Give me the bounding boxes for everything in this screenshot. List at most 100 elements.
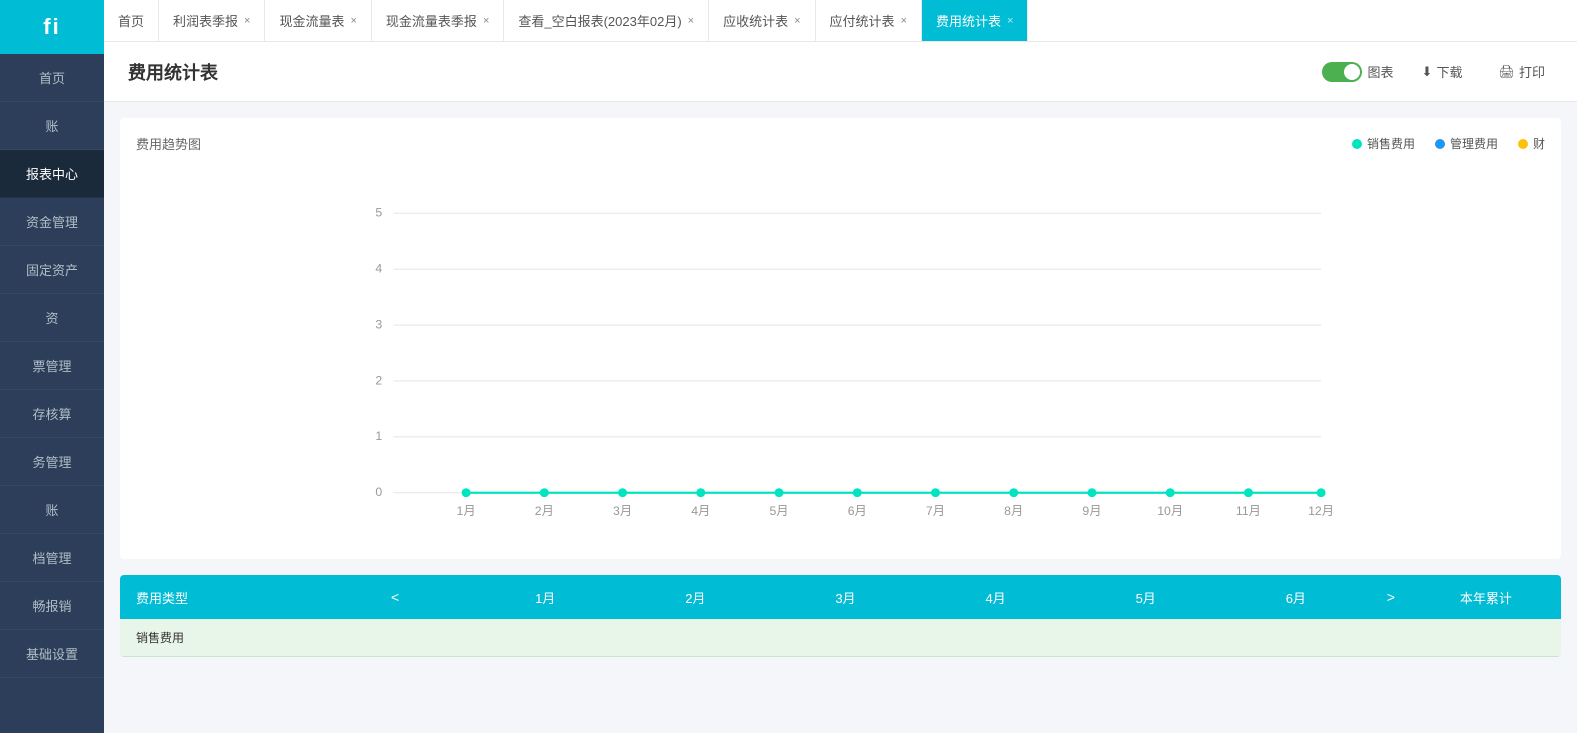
main-area: 首页 利润表季报 × 现金流量表 × 现金流量表季报 × 查看_空白报表(202…: [104, 0, 1577, 733]
tab-receivable-label: 应收统计表: [723, 11, 788, 30]
svg-text:5月: 5月: [769, 504, 788, 518]
legend-admin: 管理费用: [1435, 135, 1498, 152]
svg-text:3月: 3月: [613, 504, 632, 518]
tab-payable-close[interactable]: ×: [901, 15, 907, 27]
page-content: 费用统计表 图表 ⬇ 下载 🖨 打印 费用趋势图: [104, 42, 1577, 733]
sidebar-item-home[interactable]: 首页: [0, 54, 104, 102]
th-nav-prev[interactable]: <: [320, 589, 470, 605]
sidebar-item-asset[interactable]: 固定资产: [0, 246, 104, 294]
chart-legend: 销售费用 管理费用 财: [1352, 135, 1545, 152]
print-button[interactable]: 🖨 打印: [1490, 58, 1553, 85]
tab-cashflow-quarter-close[interactable]: ×: [483, 15, 489, 27]
sidebar-item-archive[interactable]: 档管理: [0, 534, 104, 582]
th-m3: 3月: [770, 588, 920, 607]
sidebar-item-ledger[interactable]: 账: [0, 486, 104, 534]
svg-text:6月: 6月: [848, 504, 867, 518]
tab-home-label: 首页: [118, 11, 144, 30]
table-section: 费用类型 < 1月 2月 3月 4月 5月 6月 > 本年累计 销售费用: [120, 575, 1561, 657]
th-m6: 6月: [1221, 588, 1371, 607]
th-nav-next[interactable]: >: [1371, 589, 1411, 605]
legend-admin-dot: [1435, 139, 1445, 149]
download-icon: ⬇: [1422, 64, 1433, 80]
tab-profit-close[interactable]: ×: [244, 15, 250, 27]
sidebar-item-service[interactable]: 务管理: [0, 438, 104, 486]
legend-admin-label: 管理费用: [1450, 135, 1498, 152]
chart-toggle[interactable]: [1322, 62, 1362, 82]
th-m2: 2月: [620, 588, 770, 607]
svg-text:11月: 11月: [1236, 504, 1261, 518]
tab-profit[interactable]: 利润表季报 ×: [159, 0, 265, 42]
tab-expense-close[interactable]: ×: [1007, 15, 1013, 27]
table-header-row: 费用类型 < 1月 2月 3月 4月 5月 6月 > 本年累计: [120, 575, 1561, 619]
sidebar-item-settings[interactable]: 基础设置: [0, 630, 104, 678]
tab-blank-report[interactable]: 查看_空白报表(2023年02月) ×: [504, 0, 709, 42]
tab-bar: 首页 利润表季报 × 现金流量表 × 现金流量表季报 × 查看_空白报表(202…: [104, 0, 1577, 42]
svg-text:9月: 9月: [1082, 504, 1101, 518]
svg-text:1: 1: [375, 429, 382, 443]
td-type: 销售费用: [120, 629, 320, 646]
sidebar-item-report[interactable]: 报表中心: [0, 150, 104, 198]
legend-finance-label: 财: [1533, 135, 1545, 152]
svg-text:0: 0: [375, 485, 382, 499]
th-m4: 4月: [921, 588, 1071, 607]
svg-text:2: 2: [375, 373, 382, 387]
chart-svg: 0 1 2 3 4 5 1月 2月 3月: [136, 163, 1545, 543]
download-button[interactable]: ⬇ 下载: [1414, 58, 1471, 85]
chart-header: 费用趋势图 销售费用 管理费用 财: [136, 134, 1545, 153]
svg-text:2月: 2月: [535, 504, 554, 518]
header-actions: 图表 ⬇ 下载 🖨 打印: [1322, 58, 1553, 85]
tab-profit-label: 利润表季报: [173, 11, 238, 30]
tab-home[interactable]: 首页: [104, 0, 159, 42]
tab-expense[interactable]: 费用统计表 ×: [922, 0, 1028, 42]
svg-text:3: 3: [375, 317, 382, 331]
legend-sales-dot: [1352, 139, 1362, 149]
sidebar: fi 首页 账 报表中心 资金管理 固定资产 资 票管理 存核算 务管理 账 档…: [0, 0, 104, 733]
sidebar-item-inventory[interactable]: 存核算: [0, 390, 104, 438]
download-label: 下载: [1436, 62, 1462, 81]
print-label: 打印: [1519, 62, 1545, 81]
chart-toggle-group: 图表: [1322, 62, 1394, 82]
chart-toggle-label: 图表: [1368, 62, 1394, 81]
legend-sales-label: 销售费用: [1367, 135, 1415, 152]
th-m5: 5月: [1071, 588, 1221, 607]
sidebar-item-account[interactable]: 账: [0, 102, 104, 150]
svg-text:5: 5: [375, 206, 382, 220]
tab-cashflow-label: 现金流量表: [279, 11, 344, 30]
svg-text:12月: 12月: [1308, 504, 1334, 518]
svg-text:1月: 1月: [457, 504, 476, 518]
th-m1: 1月: [470, 588, 620, 607]
tab-cashflow[interactable]: 现金流量表 ×: [265, 0, 371, 42]
tab-receivable[interactable]: 应收统计表 ×: [709, 0, 815, 42]
tab-blank-report-label: 查看_空白报表(2023年02月): [518, 11, 681, 30]
tab-expense-label: 费用统计表: [936, 11, 1001, 30]
tab-payable-label: 应付统计表: [830, 11, 895, 30]
tab-receivable-close[interactable]: ×: [794, 15, 800, 27]
tab-blank-report-close[interactable]: ×: [688, 15, 694, 27]
tab-cashflow-quarter-label: 现金流量表季报: [386, 11, 477, 30]
legend-sales: 销售费用: [1352, 135, 1415, 152]
sidebar-item-fund[interactable]: 资金管理: [0, 198, 104, 246]
svg-text:4月: 4月: [691, 504, 710, 518]
chart-section: 费用趋势图 销售费用 管理费用 财: [120, 118, 1561, 559]
table-row: 销售费用: [120, 619, 1561, 657]
print-icon: 🖨: [1498, 64, 1515, 80]
svg-text:8月: 8月: [1004, 504, 1023, 518]
th-total: 本年累计: [1411, 588, 1561, 607]
tab-cashflow-close[interactable]: ×: [350, 15, 356, 27]
tab-cashflow-quarter[interactable]: 现金流量表季报 ×: [372, 0, 504, 42]
sidebar-logo: fi: [0, 0, 104, 54]
sidebar-item-resource[interactable]: 资: [0, 294, 104, 342]
svg-text:7月: 7月: [926, 504, 945, 518]
page-header: 费用统计表 图表 ⬇ 下载 🖨 打印: [104, 42, 1577, 102]
svg-text:10月: 10月: [1157, 504, 1183, 518]
chart-container: 0 1 2 3 4 5 1月 2月 3月: [136, 163, 1545, 543]
svg-text:4: 4: [375, 262, 382, 276]
th-type: 费用类型: [120, 588, 320, 607]
sidebar-item-unblock[interactable]: 畅报销: [0, 582, 104, 630]
legend-finance: 财: [1518, 135, 1545, 152]
chart-title: 费用趋势图: [136, 134, 201, 153]
legend-finance-dot: [1518, 139, 1528, 149]
page-title: 费用统计表: [128, 59, 218, 85]
tab-payable[interactable]: 应付统计表 ×: [816, 0, 922, 42]
sidebar-item-ticket[interactable]: 票管理: [0, 342, 104, 390]
